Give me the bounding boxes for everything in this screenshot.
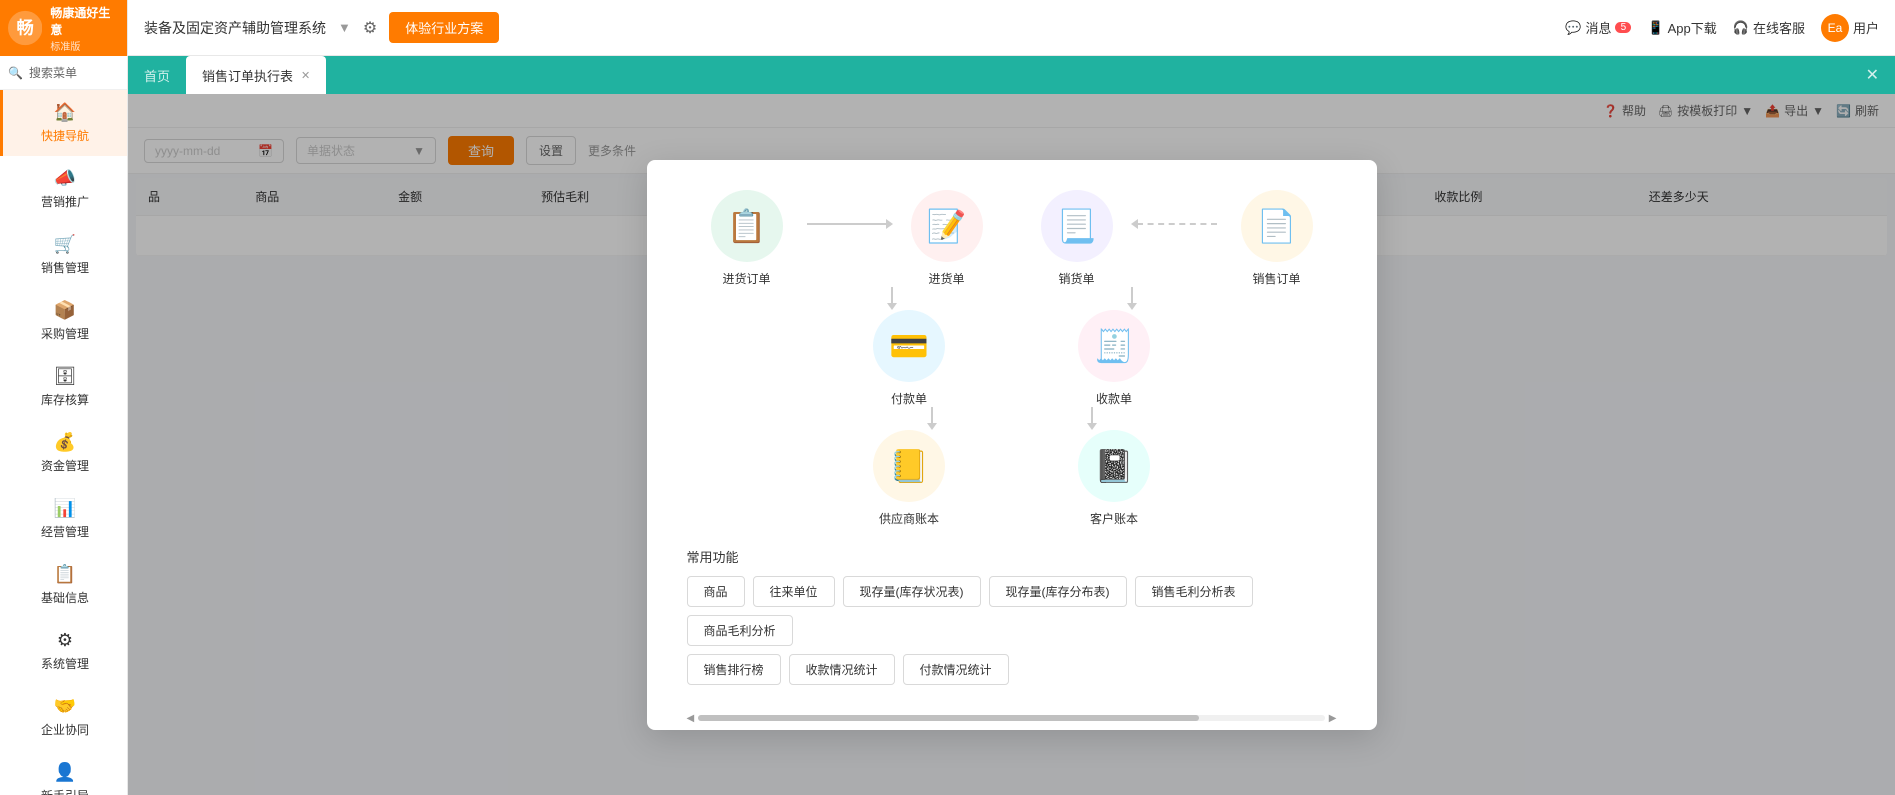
home-icon: 🏠 xyxy=(54,102,76,123)
sales-icon: 🛒 xyxy=(54,234,76,255)
common-btn-inventory-status[interactable]: 现存量(库存状况表) xyxy=(843,576,981,607)
marketing-icon: 📣 xyxy=(54,168,76,189)
topbar: 装备及固定资产辅助管理系统 ▼ ⚙ 体验行业方案 💬 消息 5 📱 App下载 … xyxy=(128,0,1895,56)
common-btn-receipt-stats[interactable]: 收款情况统计 xyxy=(789,654,895,685)
tab-close-icon[interactable]: ✕ xyxy=(301,69,310,82)
flow-node-sales-bill[interactable]: 📃 销货单 xyxy=(1017,190,1137,287)
scroll-right-btn[interactable]: ▶ xyxy=(1329,713,1337,724)
app-download-btn[interactable]: 📱 App下载 xyxy=(1647,18,1716,37)
common-btn-payment-stats[interactable]: 付款情况统计 xyxy=(903,654,1009,685)
flow-node-supplier-account[interactable]: 📒 供应商账本 xyxy=(849,430,969,527)
modal-overlay: 📋 进货订单 📝 xyxy=(128,94,1895,795)
sidebar-item-newbie[interactable]: 👤 新手引导 xyxy=(0,750,127,795)
user-menu[interactable]: Ea 用户 xyxy=(1821,14,1879,42)
purchase-order-icon: 📋 xyxy=(711,190,783,262)
settings-icon[interactable]: ⚙ xyxy=(363,18,377,38)
receipt-icon: 🧾 xyxy=(1078,310,1150,382)
content-area: ❓ 帮助 🖨 按模板打印 ▼ 📤 导出 ▼ 🔄 刷新 xyxy=(128,94,1895,795)
sidebar-item-finance[interactable]: 💰 资金管理 xyxy=(0,420,127,486)
message-icon: 💬 xyxy=(1565,20,1581,36)
newbie-icon: 👤 xyxy=(54,762,76,783)
inventory-icon: 🗄 xyxy=(54,366,77,387)
payment-icon: 💳 xyxy=(873,310,945,382)
user-avatar: Ea xyxy=(1821,14,1849,42)
flow-node-customer-account[interactable]: 📓 客户账本 xyxy=(1054,430,1174,527)
tab-home[interactable]: 首页 xyxy=(128,56,186,94)
tabbar: 首页 销售订单执行表 ✕ ✕ xyxy=(128,56,1895,94)
flow-node-purchase-bill[interactable]: 📝 进货单 xyxy=(887,190,1007,287)
finance-icon: 💰 xyxy=(54,432,76,453)
scrollbar-thumb[interactable] xyxy=(698,715,1199,721)
search-icon: 🔍 xyxy=(8,66,23,80)
sidebar-item-quick-nav[interactable]: 🏠 快捷导航 xyxy=(0,90,127,156)
flow-node-purchase-order[interactable]: 📋 进货订单 xyxy=(687,190,807,287)
common-btn-goods-margin[interactable]: 商品毛利分析 xyxy=(687,615,793,646)
common-btn-goods[interactable]: 商品 xyxy=(687,576,745,607)
flow-modal: 📋 进货订单 📝 xyxy=(647,160,1377,730)
sidebar-nav: 🏠 快捷导航 📣 营销推广 🛒 销售管理 📦 采购管理 🗄 库存核算 💰 xyxy=(0,90,127,795)
message-badge: 5 xyxy=(1615,22,1631,33)
tab-sales-order-exec[interactable]: 销售订单执行表 ✕ xyxy=(186,56,326,94)
common-btn-counterpart[interactable]: 往来单位 xyxy=(753,576,835,607)
customer-account-icon: 📓 xyxy=(1078,430,1150,502)
sidebar-item-marketing[interactable]: 📣 营销推广 xyxy=(0,156,127,222)
system-title: 装备及固定资产辅助管理系统 xyxy=(144,18,326,38)
scroll-left-btn[interactable]: ◀ xyxy=(687,713,695,724)
flow-node-sales-order[interactable]: 📄 销售订单 xyxy=(1217,190,1337,287)
common-btns: 商品 往来单位 现存量(库存状况表) 现存量(库存分布表) 销售毛利分析表 商品… xyxy=(687,576,1337,646)
topbar-arrow: ▼ xyxy=(338,20,351,35)
enterprise-icon: 🤝 xyxy=(54,696,76,717)
topbar-right: 💬 消息 5 📱 App下载 🎧 在线客服 Ea 用户 xyxy=(1565,14,1879,42)
sidebar-item-operation[interactable]: 📊 经营管理 xyxy=(0,486,127,552)
system-icon: ⚙ xyxy=(57,630,73,651)
common-title: 常用功能 xyxy=(687,547,1337,566)
common-btn-inventory-distribution[interactable]: 现存量(库存分布表) xyxy=(989,576,1127,607)
common-btn-sales-margin[interactable]: 销售毛利分析表 xyxy=(1135,576,1253,607)
svg-text:畅: 畅 xyxy=(17,18,34,38)
sidebar-logo: 畅 畅康通好生意 标准版 xyxy=(0,0,127,56)
sales-bill-icon: 📃 xyxy=(1041,190,1113,262)
experience-btn[interactable]: 体验行业方案 xyxy=(389,12,499,43)
sidebar-item-system[interactable]: ⚙ 系统管理 xyxy=(0,618,127,684)
flow-node-receipt[interactable]: 🧾 收款单 xyxy=(1054,310,1174,407)
sales-order-icon: 📄 xyxy=(1241,190,1313,262)
purchase-bill-icon: 📝 xyxy=(911,190,983,262)
logo-icon: 畅 xyxy=(8,10,42,46)
download-icon: 📱 xyxy=(1647,20,1663,36)
message-btn[interactable]: 💬 消息 5 xyxy=(1565,18,1631,37)
modal-scrollbar: ◀ ▶ xyxy=(647,705,1377,730)
close-all-tabs-btn[interactable]: ✕ xyxy=(1866,65,1879,85)
operation-icon: 📊 xyxy=(54,498,76,519)
flow-section: 📋 进货订单 📝 xyxy=(647,160,1377,547)
supplier-account-icon: 📒 xyxy=(873,430,945,502)
common-btns-row2: 销售排行榜 收款情况统计 付款情况统计 xyxy=(687,654,1337,685)
logo-text: 畅康通好生意 标准版 xyxy=(50,4,119,53)
common-functions: 常用功能 商品 往来单位 现存量(库存状况表) 现存量(库存分布表) 销售毛利分… xyxy=(647,547,1377,705)
purchase-icon: 📦 xyxy=(54,300,76,321)
online-service-btn[interactable]: 🎧 在线客服 xyxy=(1733,18,1805,37)
sidebar-item-basic[interactable]: 📋 基础信息 xyxy=(0,552,127,618)
sidebar-item-enterprise[interactable]: 🤝 企业协同 xyxy=(0,684,127,750)
service-icon: 🎧 xyxy=(1733,20,1749,36)
flow-node-payment[interactable]: 💳 付款单 xyxy=(849,310,969,407)
scrollbar-track xyxy=(698,715,1325,721)
sidebar-item-sales[interactable]: 🛒 销售管理 xyxy=(0,222,127,288)
common-btn-sales-ranking[interactable]: 销售排行榜 xyxy=(687,654,781,685)
sidebar-item-purchase[interactable]: 📦 采购管理 xyxy=(0,288,127,354)
sidebar-item-inventory[interactable]: 🗄 库存核算 xyxy=(0,354,127,420)
sidebar-search[interactable]: 🔍 搜索菜单 xyxy=(0,56,127,90)
basic-icon: 📋 xyxy=(54,564,76,585)
